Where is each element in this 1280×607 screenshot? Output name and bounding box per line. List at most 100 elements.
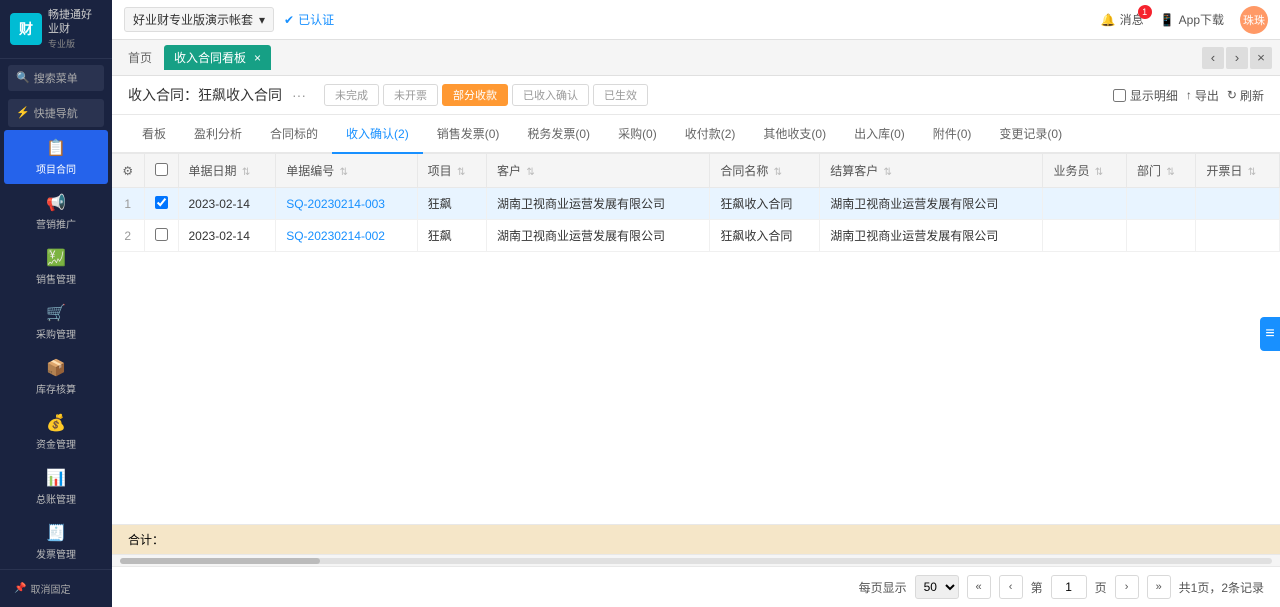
column-dept: 部门 ⇅ [1127,154,1196,188]
sidebar-item-invoice[interactable]: 🧾 发票管理 [4,515,108,569]
lightning-icon: ⚡ [16,106,30,119]
home-tab[interactable]: 首页 [120,45,160,70]
search-icon: 🔍 [16,71,30,84]
sort-icon[interactable]: ⇅ [1095,167,1103,178]
sort-icon[interactable]: ⇅ [884,167,892,178]
per-page-select[interactable]: 50 [915,575,959,599]
table-row[interactable]: 22023-02-14SQ-20230214-002狂飙湖南卫视商业运营发展有限… [112,220,1280,252]
logo-icon: 财 [10,13,42,45]
cell-code: SQ-20230214-003 [276,188,417,220]
status-partial[interactable]: 部分收款 [442,84,508,106]
prev-page-button[interactable]: ‹ [999,575,1023,599]
row-checkbox[interactable] [155,228,168,241]
sidebar-item-funds[interactable]: 💰资金管理 [4,405,108,459]
search-menu-button[interactable]: 🔍 搜索菜单 [8,65,104,91]
column-settings-header[interactable]: ⚙ [112,154,144,188]
tab-sales_inv[interactable]: 销售发票(0) [423,115,514,154]
sort-icon[interactable]: ⇅ [457,167,465,178]
show-detail-input[interactable] [1113,89,1126,102]
tab-close-all-button[interactable]: × [1250,47,1272,69]
sidebar-label-invoice: 发票管理 [36,546,76,561]
tab-tax_inv[interactable]: 税务发票(0) [513,115,604,154]
tab-prev-button[interactable]: ‹ [1202,47,1224,69]
row-checkbox-cell[interactable] [144,188,178,220]
unpin-label: 取消固定 [30,581,70,596]
table-body: 12023-02-14SQ-20230214-003狂飙湖南卫视商业运营发展有限… [112,188,1280,252]
last-page-button[interactable]: » [1147,575,1171,599]
sort-icon[interactable]: ⇅ [340,167,348,178]
footer-bar: 合计： [112,524,1280,554]
main-area: 好业财专业版演示帐套 ▾ ✔ 已认证 🔔 消息 1 📱 App下载 珠珠 [112,0,1280,607]
sidebar-icon-funds: 💰 [46,413,66,433]
sort-icon[interactable]: ⇅ [1248,167,1256,178]
cell-open_date [1196,220,1280,252]
table-row[interactable]: 12023-02-14SQ-20230214-003狂飙湖南卫视商业运营发展有限… [112,188,1280,220]
tab-nav: 看板盈利分析合同标的收入确认(2)销售发票(0)税务发票(0)采购(0)收付款(… [112,115,1280,154]
sidebar-item-sales[interactable]: 💹销售管理 [4,240,108,294]
sidebar-icon-invoice: 🧾 [46,523,66,543]
refresh-button[interactable]: ↻ 刷新 [1227,87,1264,104]
tab-outbound[interactable]: 出入库(0) [840,115,919,154]
page-input[interactable] [1051,575,1087,599]
app-download-label: App下载 [1179,11,1224,28]
row-checkbox[interactable] [155,196,168,209]
contract-more-icon[interactable]: ··· [292,87,306,103]
sticky-panel-icon[interactable]: ≡ [1265,325,1274,343]
contract-header: 收入合同：狂飙收入合同 ··· 未完成未开票部分收款已收入确认已生效 显示明细 … [112,76,1280,115]
tab-other[interactable]: 其他收支(0) [749,115,840,154]
code-link[interactable]: SQ-20230214-003 [286,197,385,211]
status-uninvoiced[interactable]: 未开票 [383,84,438,106]
export-button[interactable]: ↑ 导出 [1186,87,1219,104]
tab-attachments[interactable]: 附件(0) [919,115,986,154]
cell-customer: 湖南卫视商业运营发展有限公司 [487,188,710,220]
contract-board-tab[interactable]: 收入合同看板 × [164,45,271,70]
cell-project: 狂飙 [417,188,486,220]
select-all-checkbox[interactable] [155,163,168,176]
cell-project: 狂飙 [417,220,486,252]
tab-payment[interactable]: 收付款(2) [671,115,750,154]
app-download-button[interactable]: 📱 App下载 [1160,11,1224,28]
show-detail-checkbox[interactable]: 显示明细 [1113,87,1178,104]
sort-icon[interactable]: ⇅ [774,167,782,178]
data-table: ⚙单据日期 ⇅单据编号 ⇅项目 ⇅客户 ⇅合同名称 ⇅结算客户 ⇅业务员 ⇅部门… [112,154,1280,252]
quick-nav-button[interactable]: ⚡ 快捷导航 [8,99,104,127]
status-effective[interactable]: 已生效 [593,84,648,106]
message-button[interactable]: 🔔 消息 1 [1101,11,1144,28]
tab-standard[interactable]: 合同标的 [256,115,332,154]
company-name: 好业财专业版演示帐套 [133,11,253,28]
sidebar-label-general: 总账管理 [36,491,76,506]
status-confirmed[interactable]: 已收入确认 [512,84,589,106]
tab-board[interactable]: 看板 [128,115,180,154]
sort-icon[interactable]: ⇅ [1166,167,1174,178]
tab-close-icon[interactable]: × [254,51,261,65]
tab-changes[interactable]: 变更记录(0) [985,115,1076,154]
sidebar-item-general[interactable]: 📊总账管理 [4,460,108,514]
tab-next-button[interactable]: › [1226,47,1248,69]
tab-confirm[interactable]: 收入确认(2) [332,115,423,154]
cell-settle_customer: 湖南卫视商业运营发展有限公司 [820,188,1043,220]
next-page-button[interactable]: › [1115,575,1139,599]
sidebar-item-marketing[interactable]: 📢营销推广 [4,185,108,239]
row-checkbox-cell[interactable] [144,220,178,252]
select-all-header[interactable] [144,154,178,188]
first-page-button[interactable]: « [967,575,991,599]
user-avatar[interactable]: 珠珠 [1240,6,1268,34]
sort-icon[interactable]: ⇅ [526,167,534,178]
horizontal-scrollbar[interactable] [112,554,1280,566]
pagination: 每页显示 50 « ‹ 第 页 › » 共1页，2条记录 [112,566,1280,607]
scroll-thumb[interactable] [120,558,320,564]
tab-profit[interactable]: 盈利分析 [180,115,256,154]
unpin-button[interactable]: 📌 取消固定 [6,576,106,601]
column-date: 单据日期 ⇅ [178,154,276,188]
page-label: 第 [1031,579,1043,596]
status-incomplete[interactable]: 未完成 [324,84,379,106]
tab-purchase[interactable]: 采购(0) [604,115,671,154]
sidebar-item-inventory[interactable]: 📦库存核算 [4,350,108,404]
sidebar-item-project[interactable]: 📋项目合同 [4,130,108,184]
company-selector[interactable]: 好业财专业版演示帐套 ▾ [124,7,274,32]
sort-icon[interactable]: ⇅ [242,167,250,178]
code-link[interactable]: SQ-20230214-002 [286,229,385,243]
gear-icon[interactable]: ⚙ [122,164,133,178]
cell-contract: 狂飙收入合同 [710,188,820,220]
sidebar-item-purchase[interactable]: 🛒采购管理 [4,295,108,349]
